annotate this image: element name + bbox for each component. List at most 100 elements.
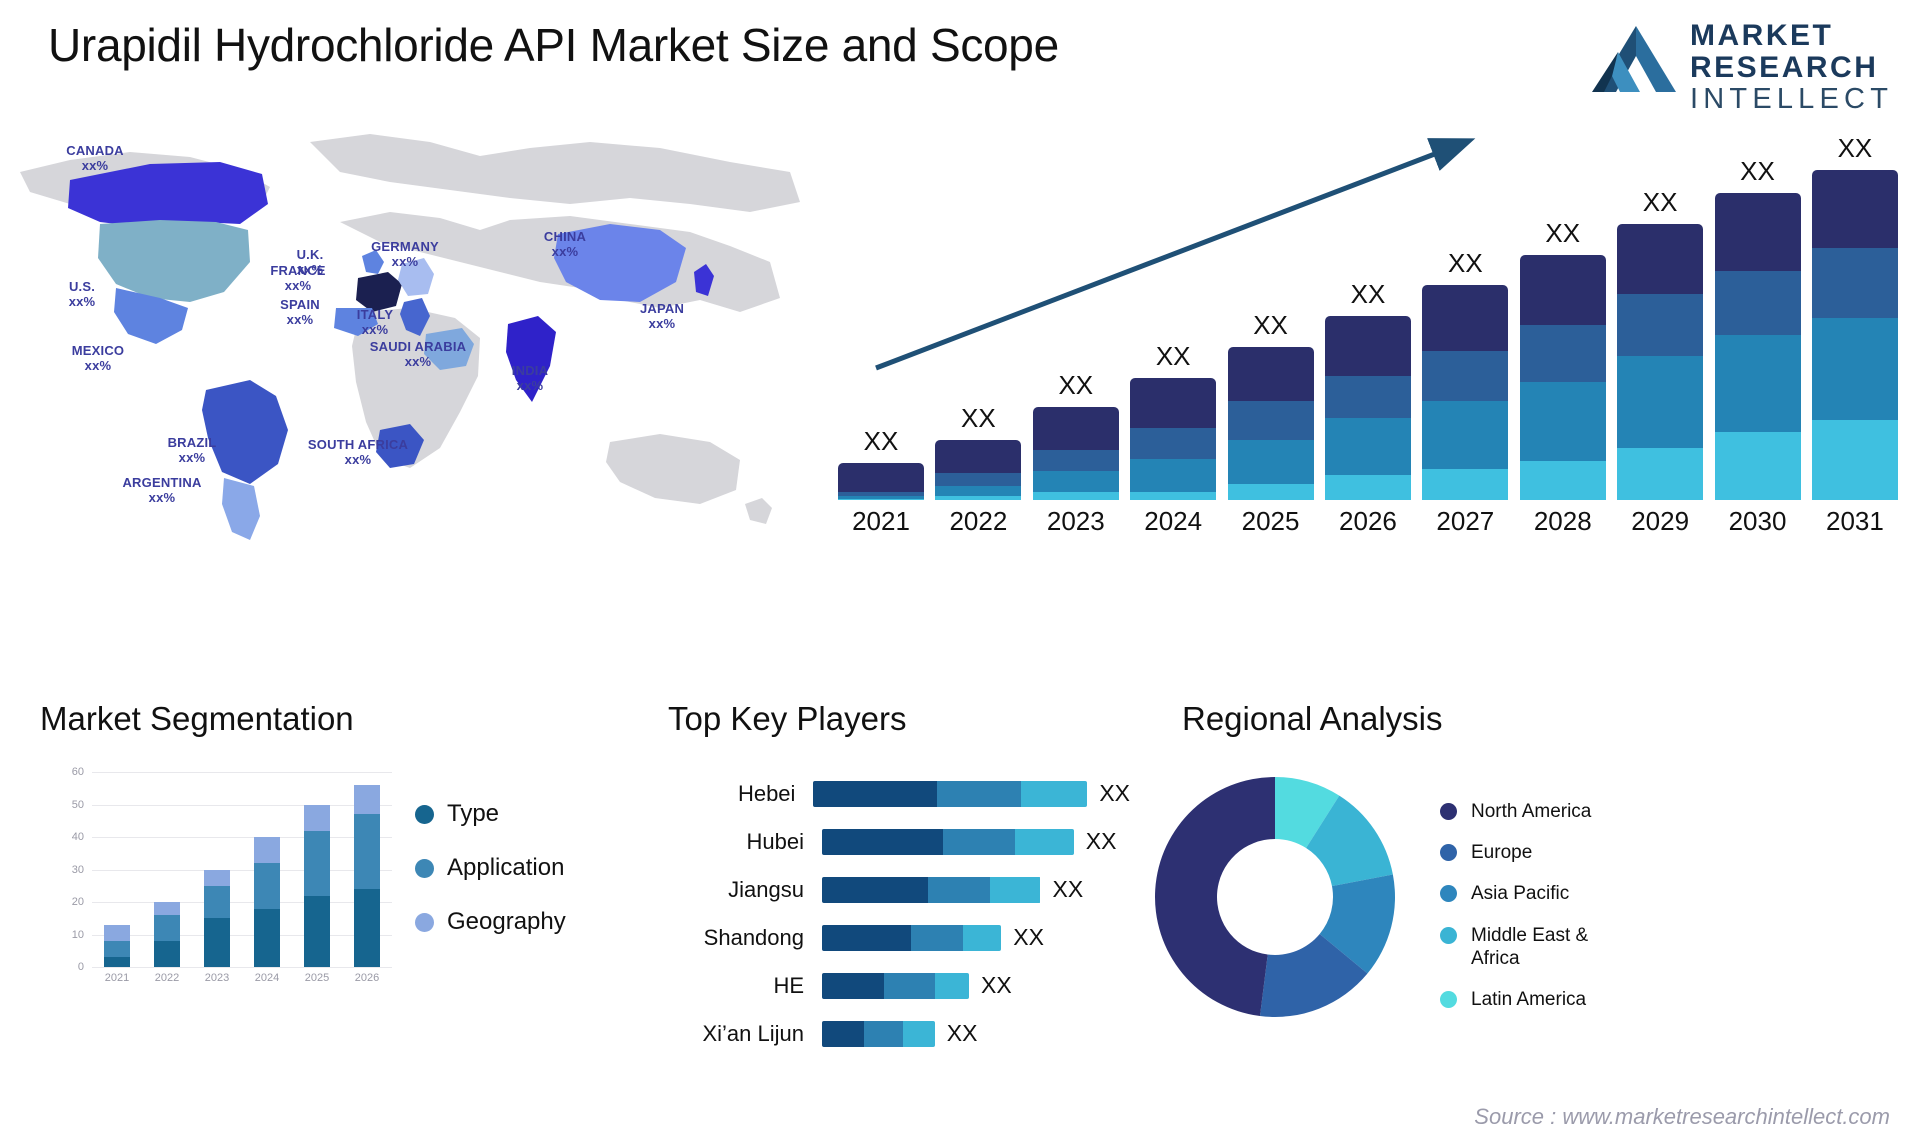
player-row: Hebei XX	[650, 774, 1130, 813]
growth-segment-segment-4	[935, 496, 1022, 500]
map-region-value: xx%	[516, 377, 544, 393]
player-bar	[822, 924, 1002, 951]
logo-line-intellect: INTELLECT	[1690, 83, 1894, 116]
map-label-u-s-: U.S. xx%	[68, 279, 96, 310]
map-region-value: xx%	[81, 157, 109, 173]
map-region-value: xx%	[84, 357, 112, 373]
segmentation-legend-item: Application	[415, 854, 566, 882]
growth-year-axis: 2021 2022 2023 2024 2025 2026 2027 2028 2029 2030…	[838, 506, 1898, 537]
map-region-value: xx%	[404, 353, 432, 369]
player-segment-part-1	[822, 1020, 865, 1047]
source-attribution: Source : www.marketresearchintellect.com	[1474, 1104, 1890, 1129]
map-region-value: xx%	[648, 315, 676, 331]
growth-bar-column	[1811, 170, 1898, 500]
map-label-china: CHINA xx%	[543, 229, 587, 260]
growth-year-label: 2029	[1631, 506, 1690, 536]
header: Urapidil Hydrochloride API Market Size a…	[0, 0, 1920, 120]
map-region-name: FRANCE	[270, 263, 326, 278]
growth-segment-segment-4	[1617, 447, 1704, 500]
growth-bar-column	[1519, 255, 1606, 500]
segmentation-y-tick: 30	[71, 863, 84, 876]
map-region-name: CHINA	[543, 229, 587, 244]
regional-legend-label: North America	[1471, 801, 1592, 822]
growth-year-label: 2023	[1046, 506, 1105, 536]
growth-bar-2021: XX	[838, 426, 924, 500]
growth-segment-segment-2	[1324, 375, 1411, 419]
legend-swatch-icon	[1440, 926, 1457, 944]
player-segment-part-3	[990, 876, 1041, 903]
growth-bar-2026: XX	[1324, 279, 1411, 500]
segmentation-bar-2024	[254, 837, 280, 967]
segmentation-x-label: 2021	[104, 972, 130, 984]
regional-legend-item: North America	[1440, 800, 1621, 823]
growth-bar-2029: XX	[1617, 187, 1704, 500]
regional-legend-label: Latin America	[1471, 988, 1587, 1010]
growth-bar-value: XX	[1837, 133, 1873, 163]
player-name: Hubei	[746, 828, 804, 854]
growth-segment-segment-4	[1519, 461, 1606, 500]
map-region-value: xx%	[68, 293, 96, 309]
player-name: Hebei	[737, 780, 796, 806]
segmentation-x-label: 2024	[254, 972, 280, 984]
player-segment-part-3	[934, 972, 969, 999]
growth-bar-2023: XX	[1032, 369, 1119, 500]
segmentation-segment-geography	[104, 924, 130, 941]
map-label-japan: JAPAN xx%	[640, 301, 684, 332]
growth-segment-segment-1	[935, 439, 1022, 473]
segmentation-segment-type	[354, 889, 380, 967]
growth-segment-segment-2	[1617, 294, 1704, 357]
growth-bar-2027: XX	[1422, 248, 1509, 500]
growth-segment-segment-3	[1811, 317, 1898, 421]
growth-segment-segment-3	[1324, 418, 1411, 475]
regional-legend-item: Latin America	[1440, 988, 1621, 1011]
growth-bar-value: XX	[1058, 369, 1094, 400]
market-segmentation-title: Market Segmentation	[40, 700, 354, 737]
segmentation-segment-geography	[204, 869, 230, 886]
segmentation-bar-2026	[354, 785, 380, 967]
segmentation-bar-2021	[104, 924, 130, 967]
growth-segment-segment-3	[1422, 401, 1509, 469]
growth-segment-segment-1	[838, 463, 924, 493]
growth-year-label: 2021	[852, 506, 910, 536]
map-region-name: INDIA	[511, 363, 549, 378]
segmentation-legend-item: Type	[415, 800, 566, 828]
segmentation-legend-label: Type	[447, 800, 500, 827]
player-segment-part-1	[822, 924, 911, 951]
segmentation-y-tick: 10	[71, 928, 84, 941]
player-value: XX	[981, 972, 1012, 998]
segmentation-x-label: 2023	[204, 972, 230, 984]
logo-wordmark: MARKET RESEARCH INTELLECT	[1690, 19, 1894, 116]
growth-bar-value: XX	[1642, 187, 1678, 218]
segmentation-legend-label: Geography	[447, 908, 566, 935]
growth-bar-column	[1130, 377, 1217, 500]
growth-bars-group: XX XX XX XX XX XX XX XX XX XX XX	[838, 133, 1898, 500]
growth-bar-2028: XX	[1519, 218, 1606, 500]
growth-year-label: 2031	[1825, 506, 1884, 536]
brand-logo: MARKET RESEARCH INTELLECT	[1590, 14, 1890, 115]
map-region-name: SOUTH AFRICA	[307, 437, 409, 452]
regional-analysis-title: Regional Analysis	[1182, 700, 1443, 737]
growth-segment-segment-4	[1714, 432, 1801, 500]
player-bar	[822, 972, 969, 999]
player-row: Shandong XX	[650, 918, 1130, 957]
segmentation-x-axis: 2021 2022 2023 2024 2025 2026	[92, 972, 392, 984]
player-segment-part-2	[910, 924, 963, 951]
player-value: XX	[1052, 876, 1084, 902]
segmentation-y-tick: 0	[77, 961, 84, 973]
segmentation-legend-item: Geography	[415, 908, 566, 936]
segmentation-legend-label: Application	[447, 854, 565, 881]
growth-bar-value: XX	[1253, 309, 1288, 340]
growth-year-label: 2022	[949, 506, 1008, 536]
segmentation-segment-type	[104, 957, 130, 967]
growth-segment-segment-4	[1227, 484, 1314, 500]
player-bar	[822, 876, 1041, 903]
growth-segment-segment-1	[1714, 193, 1801, 271]
player-segment-part-2	[884, 972, 935, 999]
growth-segment-segment-2	[1422, 350, 1509, 401]
mountain-logo-icon	[1592, 26, 1676, 92]
map-label-italy: ITALY xx%	[357, 307, 393, 338]
map-region-value: xx%	[361, 321, 389, 337]
player-bar	[822, 1020, 935, 1047]
map-region-name: BRAZIL	[167, 435, 217, 450]
logo-line-market: MARKET	[1690, 19, 1834, 52]
